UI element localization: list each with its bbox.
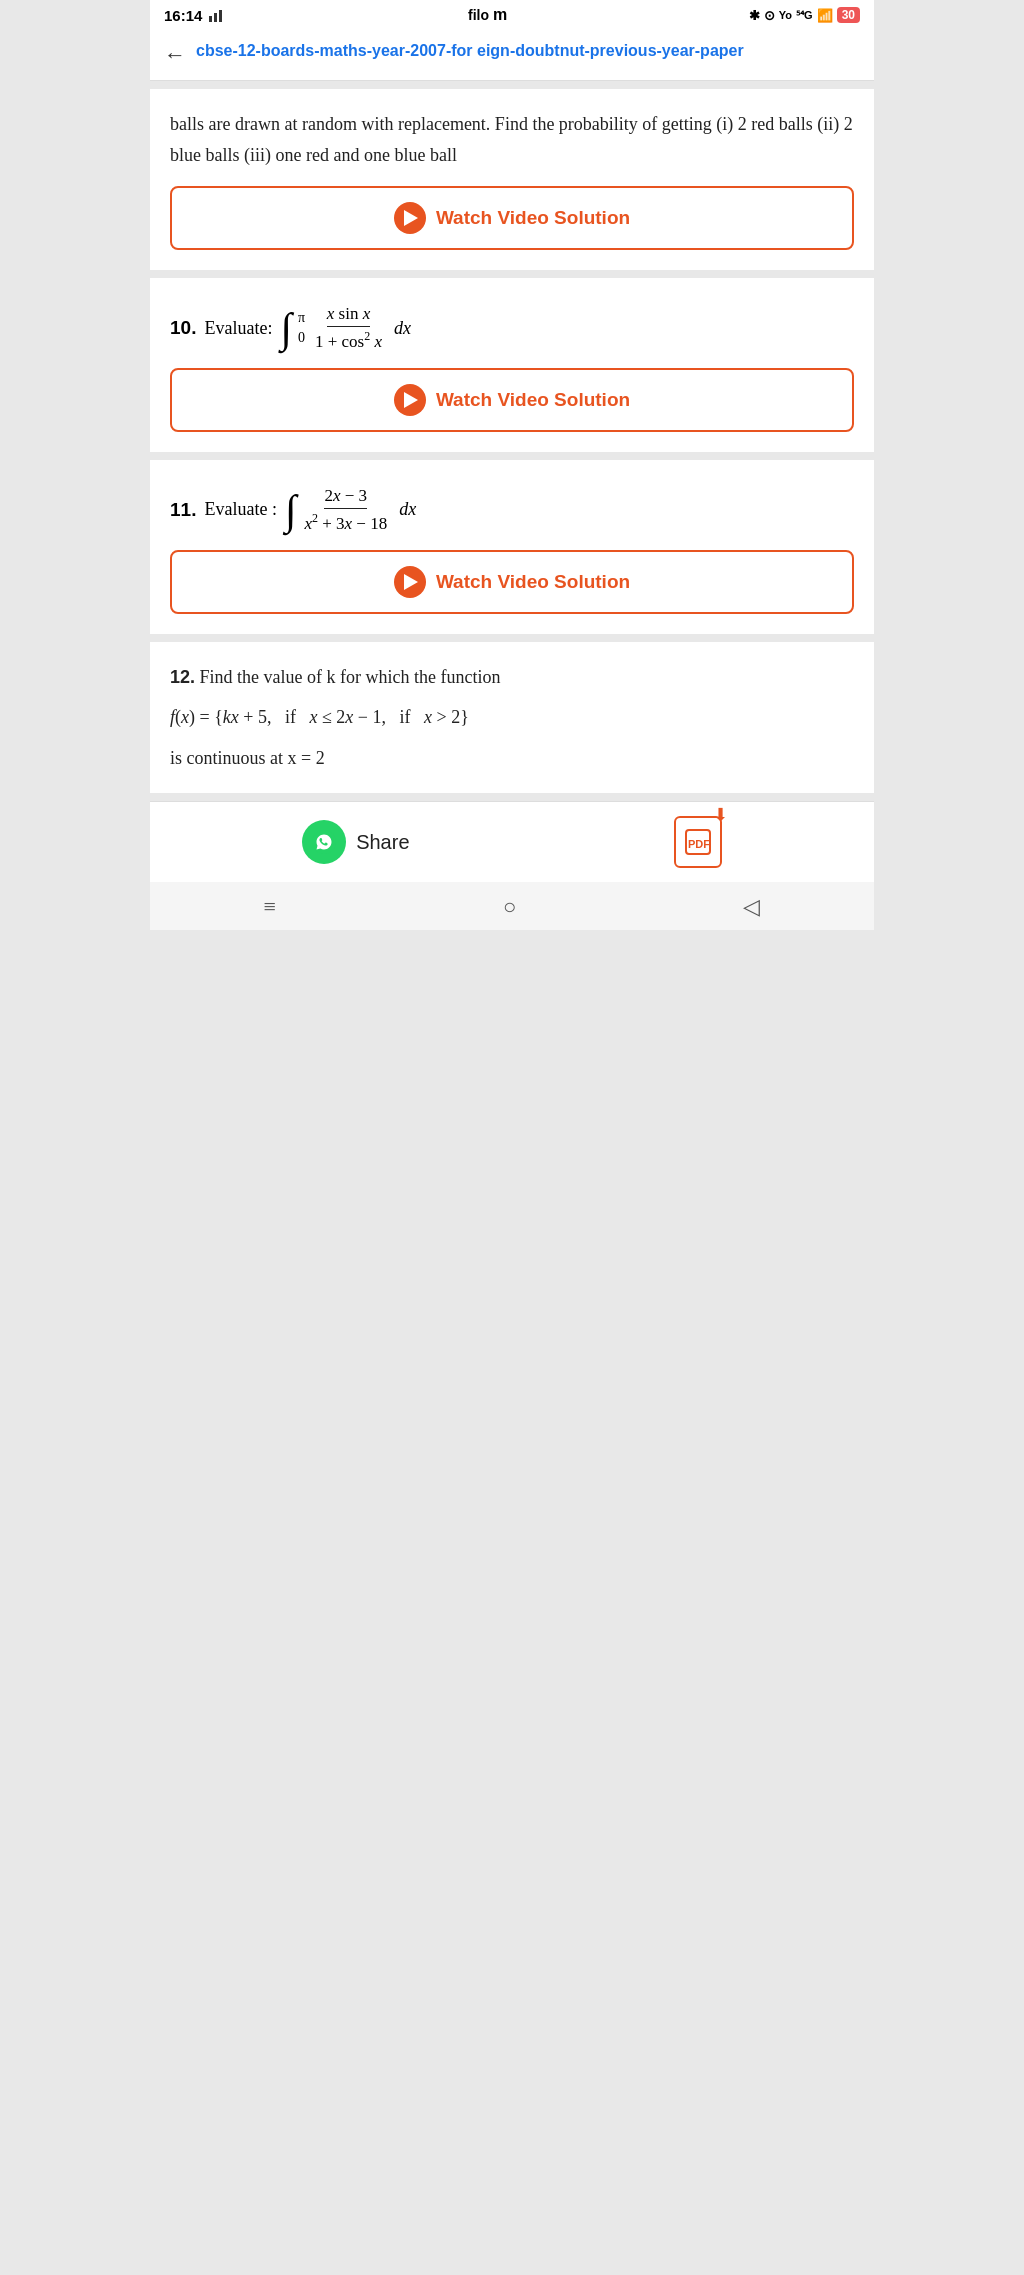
carrier-display: filo m — [468, 6, 507, 24]
card-11: 11. Evaluate : ∫ 2x − 3 x2 + 3x − 18 dx … — [150, 460, 874, 634]
question-9-text: balls are drawn at random with replaceme… — [170, 109, 854, 170]
watch-video-button-11[interactable]: Watch Video Solution — [170, 550, 854, 614]
whatsapp-icon — [302, 820, 346, 864]
integral-expr-11: ∫ 2x − 3 x2 + 3x − 18 dx — [285, 486, 416, 534]
play-icon-9 — [394, 202, 426, 234]
share-button[interactable]: Share — [302, 820, 409, 864]
question-12-text: 12. Find the value of k for which the fu… — [170, 662, 854, 774]
question-10-math: 10. Evaluate: ∫ π 0 x sin x 1 + cos2 x d… — [170, 304, 854, 352]
status-right: ✱ ⊙ Yo ⁵⁴G 📶 30 — [749, 7, 860, 23]
download-arrow-icon: ⬇ — [713, 804, 728, 826]
denominator-10: 1 + cos2 x — [315, 327, 382, 352]
bottom-bar: Share ⬇ PDF — [150, 801, 874, 882]
play-icon-11 — [394, 566, 426, 598]
question-10-number: 10. — [170, 317, 196, 339]
numerator-10: x sin x — [327, 304, 370, 327]
evaluate-label-10: Evaluate: — [204, 318, 272, 339]
question-11-math: 11. Evaluate : ∫ 2x − 3 x2 + 3x − 18 dx — [170, 486, 854, 534]
svg-rect-1 — [214, 13, 217, 22]
back-nav-icon[interactable]: ◁ — [743, 894, 760, 920]
nav-bar: ≡ ○ ◁ — [150, 882, 874, 930]
numerator-11: 2x − 3 — [324, 486, 367, 509]
whatsapp-svg — [311, 829, 337, 855]
share-label: Share — [356, 831, 409, 854]
page-title: cbse-12-boards-maths-year-2007-for eign-… — [196, 40, 744, 62]
watch-btn-label-10: Watch Video Solution — [436, 389, 630, 411]
integral-expr-10: ∫ π 0 x sin x 1 + cos2 x dx — [280, 304, 411, 352]
watch-video-button-9[interactable]: Watch Video Solution — [170, 186, 854, 250]
card-12: 12. Find the value of k for which the fu… — [150, 642, 874, 794]
question-11-number: 11. — [170, 499, 196, 521]
fraction-11: 2x − 3 x2 + 3x − 18 — [304, 486, 387, 534]
status-bar: 16:14 filo m ✱ ⊙ Yo ⁵⁴G 📶 30 — [150, 0, 874, 30]
question-12-number: 12. — [170, 667, 195, 687]
content-area: balls are drawn at random with replaceme… — [150, 89, 874, 793]
pdf-button[interactable]: ⬇ PDF — [674, 816, 722, 868]
watch-btn-label-9: Watch Video Solution — [436, 207, 630, 229]
denominator-11: x2 + 3x − 18 — [304, 509, 387, 534]
svg-rect-2 — [219, 10, 222, 22]
dx-label-11: dx — [399, 499, 416, 520]
evaluate-label-11: Evaluate : — [204, 499, 276, 520]
dx-label-10: dx — [394, 318, 411, 339]
watch-btn-label-11: Watch Video Solution — [436, 571, 630, 593]
pdf-svg-icon: PDF — [684, 828, 712, 856]
back-button[interactable]: ← — [164, 42, 186, 68]
integral-bounds-10: π 0 — [298, 310, 305, 346]
card-10: 10. Evaluate: ∫ π 0 x sin x 1 + cos2 x d… — [150, 278, 874, 452]
integral-sign-10: ∫ — [280, 307, 292, 349]
card-9: balls are drawn at random with replaceme… — [150, 89, 874, 270]
svg-text:PDF: PDF — [688, 838, 710, 850]
fraction-10: x sin x 1 + cos2 x — [315, 304, 382, 352]
menu-icon[interactable]: ≡ — [264, 894, 276, 920]
svg-rect-0 — [209, 16, 212, 22]
header: ← cbse-12-boards-maths-year-2007-for eig… — [150, 30, 874, 81]
signal-icon — [208, 6, 226, 24]
watch-video-button-10[interactable]: Watch Video Solution — [170, 368, 854, 432]
play-icon-10 — [394, 384, 426, 416]
integral-sign-11: ∫ — [285, 489, 297, 531]
battery-badge: 30 — [837, 7, 860, 23]
time-display: 16:14 — [164, 7, 202, 24]
home-icon[interactable]: ○ — [503, 894, 516, 920]
pdf-icon-box: ⬇ PDF — [674, 816, 722, 868]
status-left: 16:14 — [164, 6, 226, 24]
